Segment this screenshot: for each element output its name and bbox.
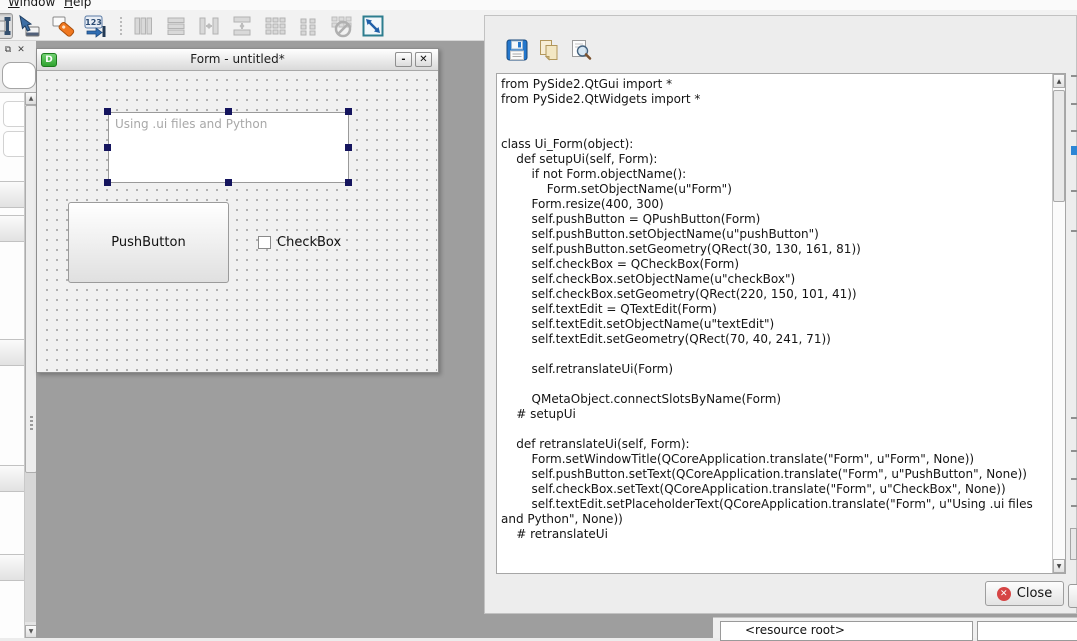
break-layout-icon xyxy=(329,14,353,38)
close-button-label: Close xyxy=(1017,586,1052,601)
resource-browser-dock: <resource root> xyxy=(713,617,1077,638)
selection-handle-bottom-right[interactable] xyxy=(345,179,352,186)
scrollbar-thumb[interactable] xyxy=(25,105,36,473)
layout-vertical-icon xyxy=(164,14,188,38)
selection-handle-middle-left[interactable] xyxy=(104,144,111,151)
widget-category-header[interactable] xyxy=(0,181,24,208)
edit-buddies-button[interactable] xyxy=(50,13,76,39)
layout-split-vertical-button[interactable] xyxy=(229,13,255,39)
scroll-annotation-tick xyxy=(1071,417,1077,419)
edit-buddies-icon xyxy=(51,14,75,38)
scrollbar-track[interactable] xyxy=(25,473,36,622)
scroll-annotation-current xyxy=(1071,146,1077,155)
generated-python-code[interactable]: from PySide2.QtGui import *from PySide2.… xyxy=(501,77,1050,542)
edit-signals-slots-button[interactable] xyxy=(16,13,42,39)
edge-cut-button[interactable] xyxy=(1068,584,1077,608)
close-window-button[interactable]: ✕ xyxy=(415,52,432,67)
widget-box-dock: ⧉ ✕ ▲ ▼ xyxy=(0,41,36,638)
scroll-up-icon[interactable]: ▲ xyxy=(25,92,36,105)
layout-vertical-button[interactable] xyxy=(163,13,189,39)
scroll-annotation-tick xyxy=(1071,103,1077,105)
selection-handle-top-left[interactable] xyxy=(104,108,111,115)
form-editor-window: D Form - untitled* - ✕ Using .ui files a… xyxy=(36,48,439,373)
copy-icon xyxy=(537,38,561,62)
widget-box-scrollbar[interactable]: ▲ ▼ xyxy=(24,92,36,638)
scroll-down-icon[interactable]: ▼ xyxy=(25,625,36,638)
code-preview-panel: from PySide2.QtGui import *from PySide2.… xyxy=(484,15,1077,614)
svg-text:123: 123 xyxy=(85,18,102,27)
scroll-annotation-tick xyxy=(1071,505,1077,507)
widget-box-item[interactable] xyxy=(3,131,24,157)
layout-horizontal-button[interactable] xyxy=(130,13,156,39)
scrollbar-thumb[interactable] xyxy=(1053,90,1065,202)
scroll-annotation-tick xyxy=(1071,450,1077,452)
code-scrollbar[interactable]: ▲ ▼ xyxy=(1052,74,1065,573)
scroll-annotation-tick xyxy=(1071,230,1077,232)
scroll-up-icon[interactable]: ▲ xyxy=(1053,74,1065,88)
form-window-titlebar[interactable]: D Form - untitled* - ✕ xyxy=(37,49,438,71)
edit-widgets-icon xyxy=(0,14,12,38)
widget-filter-input[interactable] xyxy=(2,62,36,89)
textedit-widget[interactable]: Using .ui files and Python xyxy=(108,112,349,183)
pushbutton-widget[interactable]: PushButton xyxy=(68,202,229,283)
scroll-down-icon[interactable]: ▼ xyxy=(1053,559,1065,573)
checkbox-widget[interactable]: CheckBox xyxy=(258,222,359,263)
scroll-annotation-tick xyxy=(1071,190,1077,192)
adjust-size-icon xyxy=(361,14,385,38)
layout-form-button[interactable] xyxy=(295,13,321,39)
checkbox-indicator[interactable] xyxy=(258,236,271,249)
copy-button[interactable] xyxy=(537,38,561,62)
menu-window[interactable]: Window xyxy=(8,0,55,9)
find-icon xyxy=(569,38,593,62)
widget-category-header[interactable] xyxy=(0,554,24,581)
menu-help[interactable]: Help xyxy=(64,0,91,9)
dock-close-icon[interactable]: ✕ xyxy=(15,44,27,56)
widget-category-header[interactable] xyxy=(0,465,24,492)
selection-handle-top-middle[interactable] xyxy=(225,108,232,115)
dock-float-icon[interactable]: ⧉ xyxy=(2,44,14,56)
close-button[interactable]: ✕ Close xyxy=(985,581,1064,606)
adjust-size-button[interactable] xyxy=(360,13,386,39)
layout-grid-icon xyxy=(263,14,287,38)
find-button[interactable] xyxy=(569,38,593,62)
form-canvas[interactable]: Using .ui files and Python PushButton Ch… xyxy=(38,72,437,371)
edit-tab-order-button[interactable]: 123 xyxy=(82,13,108,39)
break-layout-button[interactable] xyxy=(328,13,354,39)
widget-category-header[interactable] xyxy=(0,215,24,242)
selection-handle-top-right[interactable] xyxy=(345,108,352,115)
widget-category-header[interactable] xyxy=(0,339,24,366)
scroll-annotation-tick xyxy=(1071,478,1077,480)
textedit-placeholder: Using .ui files and Python xyxy=(109,113,348,135)
pushbutton-label: PushButton xyxy=(111,235,185,250)
layout-split-horizontal-icon xyxy=(197,14,221,38)
save-icon xyxy=(505,38,529,62)
selection-handle-bottom-middle[interactable] xyxy=(225,179,232,186)
resource-tree[interactable]: <resource root> xyxy=(720,621,973,641)
scroll-annotation-tick xyxy=(1071,75,1077,77)
selection-handle-middle-right[interactable] xyxy=(345,144,352,151)
widget-box-list[interactable] xyxy=(0,92,24,638)
layout-grid-button[interactable] xyxy=(262,13,288,39)
code-view[interactable]: from PySide2.QtGui import *from PySide2.… xyxy=(496,73,1066,574)
resource-detail-pane[interactable] xyxy=(977,621,1077,641)
widget-box-item[interactable] xyxy=(3,101,24,127)
form-window-title: Form - untitled* xyxy=(37,52,438,66)
menubar: Window Help xyxy=(0,0,1077,10)
close-red-icon: ✕ xyxy=(997,587,1011,601)
toolbar-separator xyxy=(119,16,123,36)
layout-split-horizontal-button[interactable] xyxy=(196,13,222,39)
edit-signals-slots-icon xyxy=(17,14,41,38)
layout-form-icon xyxy=(296,14,320,38)
layout-horizontal-icon xyxy=(131,14,155,38)
edit-widgets-button[interactable] xyxy=(0,13,13,39)
checkbox-label: CheckBox xyxy=(277,222,341,263)
layout-split-vertical-icon xyxy=(230,14,254,38)
selection-handle-bottom-left[interactable] xyxy=(104,179,111,186)
minimize-button[interactable]: - xyxy=(395,52,412,67)
save-button[interactable] xyxy=(505,38,529,62)
edit-tab-order-icon: 123 xyxy=(83,14,107,38)
scroll-annotation-tick xyxy=(1071,130,1077,132)
resource-root-item[interactable]: <resource root> xyxy=(721,622,972,638)
edge-scrollbar-thumb[interactable] xyxy=(1070,528,1077,560)
